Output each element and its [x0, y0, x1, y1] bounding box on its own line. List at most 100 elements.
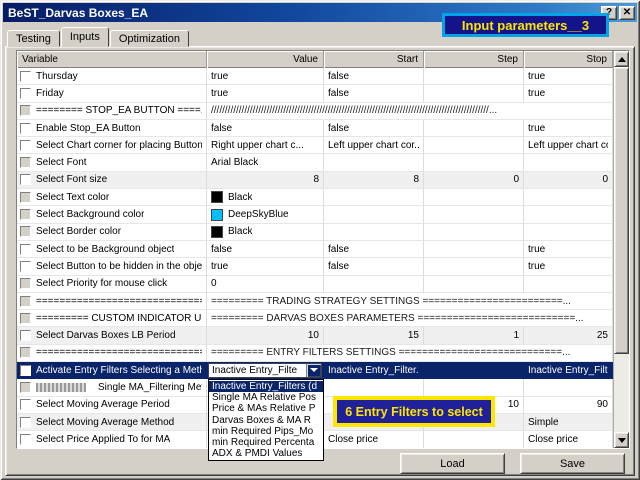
param-stop-cell[interactable] — [524, 275, 613, 293]
param-start-cell[interactable]: Inactive Entry_Filter... — [324, 362, 424, 380]
combobox-dropdown-button[interactable] — [306, 363, 321, 377]
row-checkbox[interactable] — [20, 381, 31, 393]
row-checkbox[interactable] — [20, 122, 31, 134]
row-checkbox[interactable] — [20, 260, 31, 272]
param-start-cell[interactable] — [324, 275, 424, 293]
table-row[interactable]: Activate Entry Filters Selecting a Metho… — [17, 362, 613, 380]
row-checkbox[interactable] — [20, 243, 31, 255]
row-checkbox[interactable] — [20, 87, 31, 99]
table-row[interactable]: Select Chart corner for placing Button Ri… — [17, 137, 613, 155]
param-value-cell[interactable]: Right upper chart c... — [207, 137, 324, 155]
table-row[interactable]: Friday true false true — [17, 85, 613, 103]
param-start-cell[interactable]: 8 — [324, 171, 424, 190]
dropdown-item[interactable]: Darvas Boxes & MA R — [209, 415, 323, 426]
param-value-cell[interactable]: 0 — [207, 275, 324, 293]
param-start-cell[interactable]: false — [324, 240, 424, 259]
param-stop-cell[interactable]: true — [524, 119, 613, 138]
table-row[interactable]: ================================... =====… — [17, 292, 613, 311]
param-step-cell[interactable] — [424, 362, 524, 380]
close-button[interactable]: ✕ — [619, 5, 635, 20]
entry-filters-combobox[interactable]: Inactive Entry_Filte — [208, 362, 322, 378]
column-header-value[interactable]: Value — [207, 51, 324, 68]
param-value-cell[interactable]: DeepSkyBlue — [207, 206, 324, 224]
param-stop-cell[interactable]: true — [524, 85, 613, 103]
param-stop-cell[interactable]: Left upper chart cor... — [524, 137, 613, 155]
param-step-cell[interactable] — [424, 223, 524, 241]
param-value-cell[interactable]: Black — [207, 189, 324, 207]
param-step-cell[interactable] — [424, 85, 524, 103]
tab-optimization[interactable]: Optimization — [109, 30, 189, 47]
param-stop-cell[interactable]: true — [524, 68, 613, 86]
param-step-cell[interactable] — [424, 240, 524, 259]
scrollbar-track[interactable] — [614, 354, 629, 432]
param-start-cell[interactable]: false — [324, 68, 424, 86]
param-start-cell[interactable] — [324, 223, 424, 241]
table-row[interactable]: ========= CUSTOM INDICATOR US... ========… — [17, 310, 613, 328]
dropdown-item[interactable]: Single MA Relative Pos — [209, 392, 323, 403]
scroll-up-button[interactable] — [614, 51, 629, 67]
table-row[interactable]: Select Button to be hidden in the objec.… — [17, 258, 613, 276]
param-stop-cell[interactable]: Inactive Entry_Filter... — [524, 362, 613, 380]
param-stop-cell[interactable] — [524, 154, 613, 172]
param-stop-cell[interactable] — [524, 223, 613, 241]
row-checkbox[interactable] — [20, 295, 31, 307]
row-checkbox[interactable] — [20, 278, 31, 290]
row-checkbox[interactable] — [20, 70, 31, 82]
param-value-cell[interactable]: Black — [207, 223, 324, 241]
param-stop-cell[interactable] — [524, 189, 613, 207]
dropdown-item[interactable]: Price & MAs Relative P — [209, 403, 323, 414]
row-checkbox[interactable] — [20, 157, 31, 169]
tab-testing[interactable]: Testing — [7, 30, 60, 47]
param-stop-cell[interactable] — [524, 379, 613, 397]
param-value-cell[interactable]: true — [207, 68, 324, 86]
param-step-cell[interactable] — [424, 275, 524, 293]
param-start-cell[interactable] — [324, 206, 424, 224]
load-button[interactable]: Load — [400, 453, 505, 474]
table-row[interactable]: Select Background color DeepSkyBlue — [17, 206, 613, 224]
param-step-cell[interactable]: 0 — [424, 171, 524, 190]
save-button[interactable]: Save — [520, 453, 625, 474]
table-row[interactable]: Select Priority for mouse click 0 — [17, 275, 613, 293]
param-start-cell[interactable]: Left upper chart cor... — [324, 137, 424, 155]
dropdown-item[interactable]: Inactive Entry_Filters (d — [209, 381, 323, 393]
table-row[interactable]: Thursday true false true — [17, 68, 613, 86]
param-stop-cell[interactable]: 90 — [524, 396, 613, 414]
param-start-cell[interactable]: false — [324, 85, 424, 103]
table-row[interactable]: Enable Stop_EA Button false false true — [17, 119, 613, 138]
param-start-cell[interactable]: 15 — [324, 327, 424, 345]
param-stop-cell[interactable]: true — [524, 258, 613, 276]
param-stop-cell[interactable]: 25 — [524, 327, 613, 345]
table-row[interactable]: Select Font Arial Black — [17, 154, 613, 172]
param-value-cell[interactable]: Inactive Entry_Filte — [207, 362, 324, 380]
param-value-cell[interactable]: 10 — [207, 327, 324, 345]
param-step-cell[interactable] — [424, 189, 524, 207]
param-stop-cell[interactable] — [524, 206, 613, 224]
table-row[interactable]: ======== STOP_EA BUTTON ====... /////////… — [17, 102, 613, 120]
param-value-cell[interactable]: 8 — [207, 171, 324, 190]
dropdown-item[interactable]: min Required Percenta — [209, 437, 323, 448]
param-step-cell[interactable] — [424, 206, 524, 224]
row-checkbox[interactable] — [20, 105, 31, 117]
table-row[interactable]: Select Font size 8 8 0 0 — [17, 171, 613, 190]
row-checkbox[interactable] — [20, 399, 31, 411]
row-checkbox[interactable] — [20, 364, 31, 376]
column-header-start[interactable]: Start — [324, 51, 424, 68]
param-step-cell[interactable]: 1 — [424, 327, 524, 345]
tab-inputs[interactable]: Inputs — [60, 27, 109, 47]
column-header-step[interactable]: Step — [424, 51, 524, 68]
param-start-cell[interactable] — [324, 154, 424, 172]
column-header-variable[interactable]: Variable — [17, 51, 207, 68]
table-row[interactable]: Select Darvas Boxes LB Period 10 15 1 25 — [17, 327, 613, 345]
param-step-cell[interactable] — [424, 137, 524, 155]
row-checkbox[interactable] — [20, 347, 31, 359]
param-start-cell[interactable]: Close price — [324, 431, 424, 448]
table-row[interactable]: Select Text color Black — [17, 189, 613, 207]
param-stop-cell[interactable]: Close price — [524, 431, 613, 448]
param-step-cell[interactable] — [424, 154, 524, 172]
row-checkbox[interactable] — [20, 139, 31, 151]
param-value-cell[interactable]: false — [207, 240, 324, 259]
dropdown-item[interactable]: ADX & PMDI Values — [209, 448, 323, 459]
table-row[interactable]: Select to be Background object false false… — [17, 240, 613, 259]
table-row[interactable]: Select Border color Black — [17, 223, 613, 241]
row-checkbox[interactable] — [20, 191, 31, 203]
